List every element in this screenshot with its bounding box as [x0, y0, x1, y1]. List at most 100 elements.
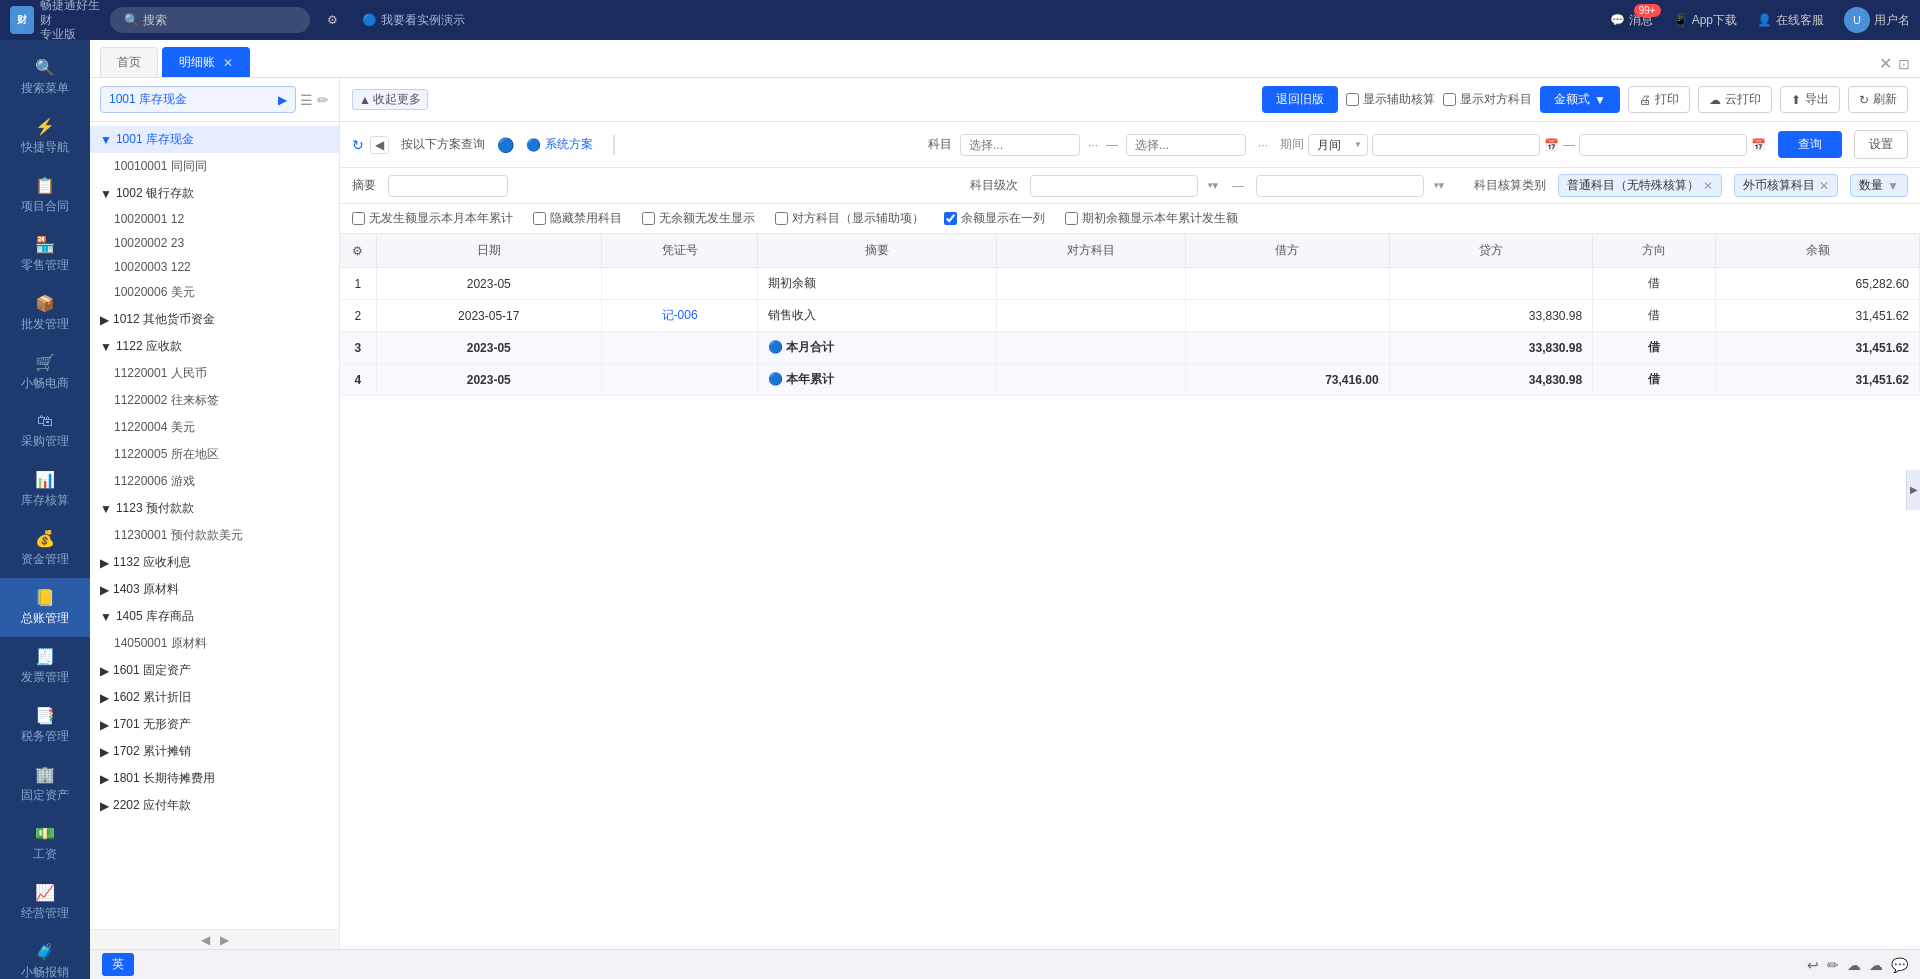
cb-no-balance2[interactable]: 无余额无发生显示 — [642, 210, 755, 227]
voucher-link[interactable]: 记-006 — [662, 308, 698, 322]
sidebar-item-operation[interactable]: 📈 经营管理 — [0, 873, 90, 932]
cb-balance-one-col[interactable]: 余额显示在一列 — [944, 210, 1045, 227]
cb-no-balance[interactable]: 无发生额显示本月本年累计 — [352, 210, 513, 227]
tab-home[interactable]: 首页 — [100, 47, 158, 77]
style-btn[interactable]: 金额式 ▼ — [1540, 86, 1620, 113]
filter-settings-btn[interactable]: 设置 — [1854, 130, 1908, 159]
tree-item-11220006[interactable]: 11220006 游戏 — [90, 468, 339, 495]
tag-close-icon[interactable]: ✕ — [1703, 179, 1713, 193]
tag-normal-account[interactable]: 普通科目（无特殊核算） ✕ — [1558, 174, 1722, 197]
close-icon[interactable]: ✕ — [1879, 54, 1892, 73]
col-settings[interactable]: ⚙ — [340, 234, 376, 268]
refresh-btn[interactable]: ↻ 刷新 — [1848, 86, 1908, 113]
tree-item-14050001[interactable]: 14050001 原材料 — [90, 630, 339, 657]
tree-item-1405[interactable]: ▼ 1405 库存商品 — [90, 603, 339, 630]
sidebar-item-invoice[interactable]: 🧾 发票管理 — [0, 637, 90, 696]
cloud-bottom-icon2[interactable]: ☁ — [1869, 957, 1883, 973]
tree-item-1122[interactable]: ▼ 1122 应收款 — [90, 333, 339, 360]
kemu-input[interactable] — [960, 134, 1080, 156]
chat-bottom-icon[interactable]: 💬 — [1891, 957, 1908, 973]
sidebar-item-inventory[interactable]: 📊 库存核算 — [0, 460, 90, 519]
sidebar-item-general[interactable]: 📒 总账管理 — [0, 578, 90, 637]
demo-link[interactable]: 🔵 我要看实例演示 — [362, 12, 465, 29]
account-selector[interactable]: 1001 库存现金 ▶ — [100, 86, 296, 113]
export-btn[interactable]: ⬆ 导出 — [1780, 86, 1840, 113]
tag-close-icon2[interactable]: ✕ — [1819, 179, 1829, 193]
sidebar-item-purchase[interactable]: 🛍 采购管理 — [0, 402, 90, 460]
undo-icon[interactable]: ↩ — [1807, 957, 1819, 973]
tree-item-1701[interactable]: ▶ 1701 无形资产 — [90, 711, 339, 738]
cb-period-balance[interactable]: 期初余额显示本年累计发生额 — [1065, 210, 1238, 227]
cloud-bottom-icon[interactable]: ☁ — [1847, 957, 1861, 973]
user-avatar[interactable]: U 用户名 — [1844, 7, 1910, 33]
sidebar-item-salary[interactable]: 💵 工资 — [0, 814, 90, 873]
tree-item-2202[interactable]: ▶ 2202 应付年款 — [90, 792, 339, 819]
right-arrow-icon[interactable]: ▶ — [220, 933, 229, 947]
gear-icon[interactable]: ⚙ — [318, 6, 346, 34]
sidebar-item-retail[interactable]: 🏪 零售管理 — [0, 225, 90, 284]
show-contra-checkbox[interactable]: 显示对方科目 — [1443, 91, 1532, 108]
sidebar-item-project[interactable]: 📋 项目合同 — [0, 166, 90, 225]
maximize-icon[interactable]: ⊡ — [1898, 56, 1910, 72]
left-arrow-icon[interactable]: ◀ — [201, 933, 210, 947]
edit-icon[interactable]: ✏ — [317, 92, 329, 108]
level-end-wrapper[interactable]: ▼ — [1436, 180, 1446, 191]
sidebar-item-sales[interactable]: 🧳 小畅报销 — [0, 932, 90, 979]
collapse-more-btn[interactable]: ▲ 收起更多 — [352, 89, 428, 110]
sidebar-item-capital[interactable]: 💰 资金管理 — [0, 519, 90, 578]
sidebar-item-search[interactable]: 🔍 搜索菜单 — [0, 48, 90, 107]
period-type-select[interactable]: 月间 — [1308, 134, 1368, 156]
cloud-print-btn[interactable]: ☁ 云打印 — [1698, 86, 1772, 113]
cb-show-contra[interactable]: 对方科目（显示辅助项） — [775, 210, 924, 227]
tree-item-1012[interactable]: ▶ 1012 其他货币资金 — [90, 306, 339, 333]
period-calendar-icon[interactable]: 📅 — [1544, 138, 1559, 152]
collapse-left-btn[interactable]: ◀ — [370, 136, 389, 154]
sidebar-item-assets[interactable]: 🏢 固定资产 — [0, 755, 90, 814]
topbar-search[interactable]: 🔍 搜索 — [110, 7, 310, 33]
cb-hide-disabled[interactable]: 隐藏禁用科目 — [533, 210, 622, 227]
level-start-input[interactable]: 1级 — [1030, 175, 1198, 197]
tag-foreign-currency[interactable]: 外币核算科目 ✕ — [1734, 174, 1838, 197]
plan-item[interactable]: 🔵 系统方案 — [526, 136, 593, 153]
tree-item-1602[interactable]: ▶ 1602 累计折旧 — [90, 684, 339, 711]
tree-item-11220001[interactable]: 11220001 人民币 — [90, 360, 339, 387]
period-start-input[interactable]: 2023-05 — [1372, 134, 1540, 156]
print-btn[interactable]: 🖨 打印 — [1628, 86, 1690, 113]
sidebar-item-wholesale[interactable]: 📦 批发管理 — [0, 284, 90, 343]
tree-item-1601[interactable]: ▶ 1601 固定资产 — [90, 657, 339, 684]
tree-item-10020003[interactable]: 10020003 122 — [90, 255, 339, 279]
sidebar-item-ecommerce[interactable]: 🛒 小畅电商 — [0, 343, 90, 402]
tree-item-11230001[interactable]: 11230001 预付款款美元 — [90, 522, 339, 549]
kemu-input2[interactable] — [1126, 134, 1246, 156]
tree-item-1403[interactable]: ▶ 1403 原材料 — [90, 576, 339, 603]
tree-item-10010001[interactable]: 10010001 同同同 — [90, 153, 339, 180]
tree-item-11220004[interactable]: 11220004 美元 — [90, 414, 339, 441]
query-btn[interactable]: 查询 — [1778, 131, 1842, 158]
show-aux-checkbox[interactable]: 显示辅助核算 — [1346, 91, 1435, 108]
edit-bottom-icon[interactable]: ✏ — [1827, 957, 1839, 973]
summary-input[interactable] — [388, 175, 508, 197]
online-service-btn[interactable]: 👤 在线客服 — [1757, 12, 1824, 29]
tree-item-1002[interactable]: ▼ 1002 银行存款 — [90, 180, 339, 207]
tree-item-10020001[interactable]: 10020001 12 — [90, 207, 339, 231]
message-btn[interactable]: 💬 消息 99+ — [1610, 12, 1653, 29]
tree-item-1123[interactable]: ▼ 1123 预付款款 — [90, 495, 339, 522]
sidebar-item-tax[interactable]: 📑 税务管理 — [0, 696, 90, 755]
tree-item-11220002[interactable]: 11220002 往来标签 — [90, 387, 339, 414]
period-type-wrapper[interactable]: 月间 — [1308, 134, 1368, 156]
tab-detail[interactable]: 明细账 ✕ — [162, 47, 250, 77]
period-calendar-icon2[interactable]: 📅 — [1751, 138, 1766, 152]
back-to-old-btn[interactable]: 退回旧版 — [1262, 86, 1338, 113]
tab-close-icon[interactable]: ✕ — [223, 56, 233, 70]
tree-item-1702[interactable]: ▶ 1702 累计摊销 — [90, 738, 339, 765]
tree-item-10020006[interactable]: 10020006 美元 — [90, 279, 339, 306]
plan-filter-icon2[interactable]: 🔵 — [497, 137, 514, 153]
sidebar-item-shortcut[interactable]: ⚡ 快捷导航 — [0, 107, 90, 166]
tag-quantity[interactable]: 数量 ▼ — [1850, 174, 1908, 197]
period-end-input[interactable]: 2023-05 — [1579, 134, 1747, 156]
tag-dropdown-icon[interactable]: ▼ — [1887, 179, 1899, 193]
table-settings-icon[interactable]: ⚙ — [352, 244, 363, 258]
tree-item-1001[interactable]: ▼ 1001 库存现金 — [90, 126, 339, 153]
level-end-input[interactable]: 6级 — [1256, 175, 1424, 197]
tree-item-10020002[interactable]: 10020002 23 — [90, 231, 339, 255]
